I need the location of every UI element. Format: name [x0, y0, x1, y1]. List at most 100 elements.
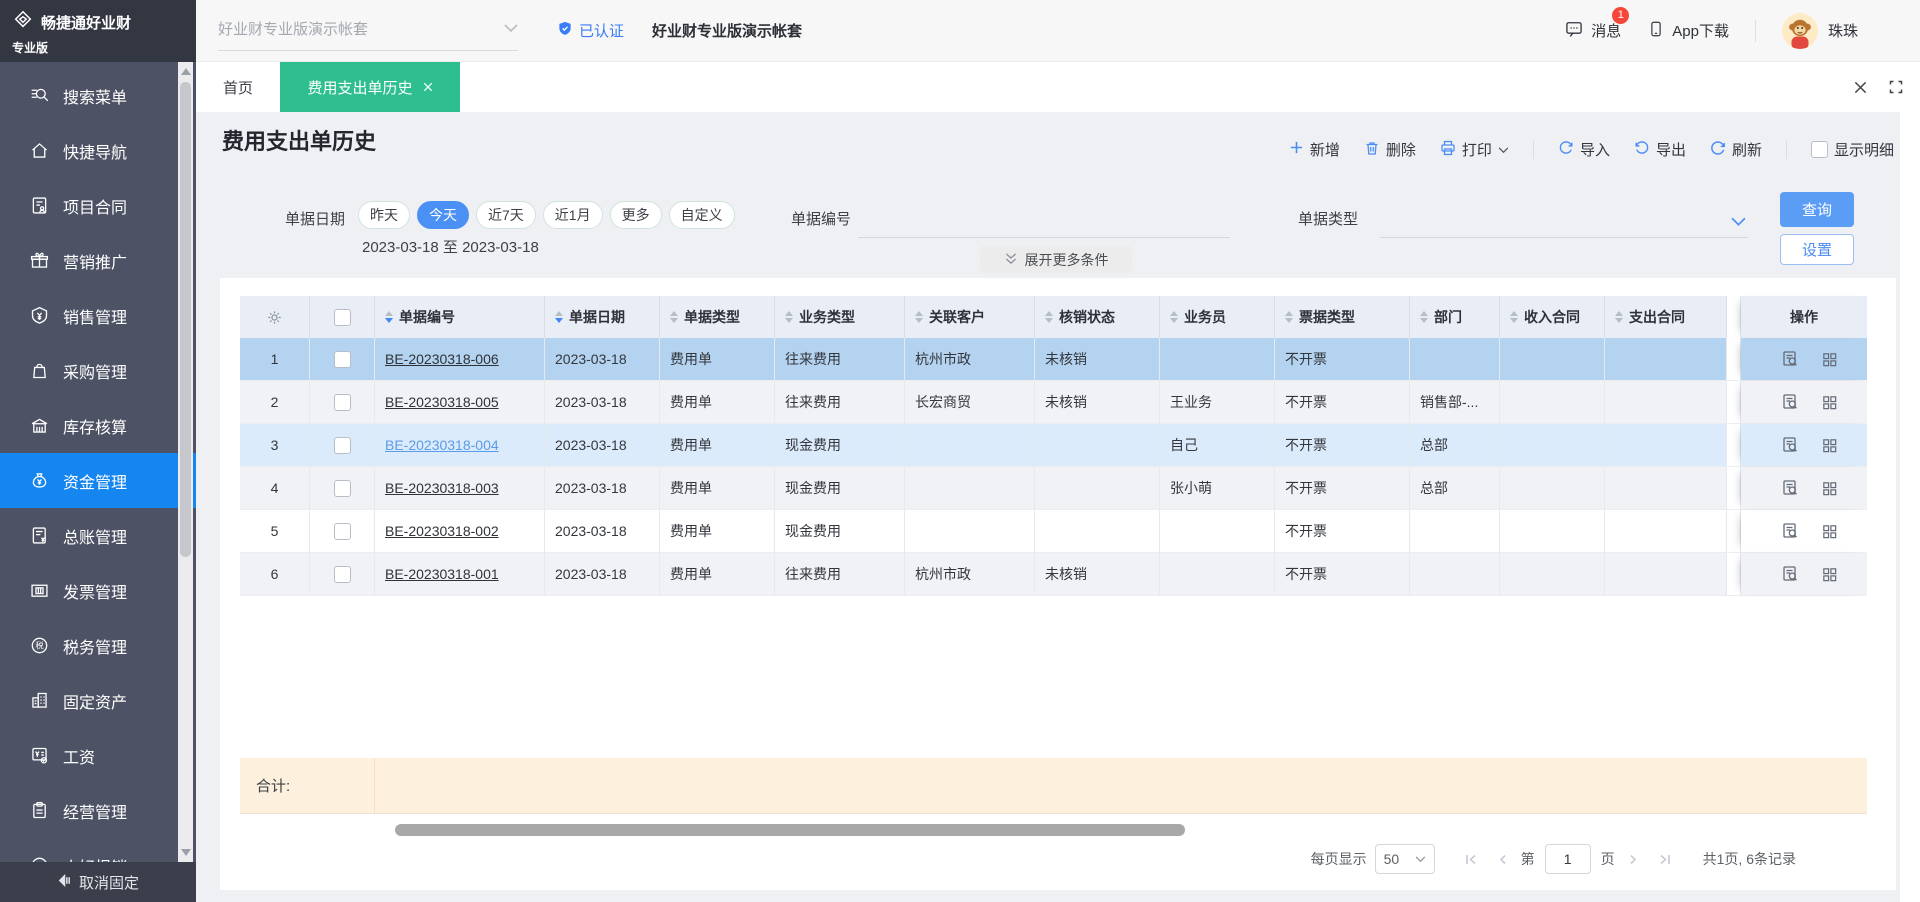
app-download-button[interactable]: App下载 [1647, 19, 1729, 43]
sort-arrows-icon[interactable] [670, 311, 678, 323]
column-header-8[interactable]: 部门 [1410, 296, 1500, 338]
date-quick-option-1[interactable]: 今天 [417, 201, 469, 229]
date-range-value[interactable]: 2023-03-18 至 2023-03-18 [362, 236, 539, 257]
sort-arrows-icon[interactable] [1615, 311, 1623, 323]
sidebar-item-salary[interactable]: 工资 [0, 728, 196, 783]
prev-page-button[interactable] [1489, 845, 1517, 873]
row-checkbox[interactable] [310, 553, 375, 595]
table-row[interactable]: 5 BE-20230318-002 2023-03-18 费用单 现金费用 不开票 [240, 510, 1867, 553]
sort-arrows-icon[interactable] [1170, 311, 1178, 323]
print-button[interactable]: 打印 [1440, 139, 1509, 160]
first-page-button[interactable] [1457, 845, 1485, 873]
table-row[interactable]: 3 BE-20230318-004 2023-03-18 费用单 现金费用 自己 不开票 总部 [240, 424, 1867, 467]
sidebar-item-general-ledger[interactable]: 总账管理 [0, 508, 196, 563]
show-detail-checkbox[interactable] [1810, 141, 1828, 158]
doc-no-link[interactable]: BE-20230318-001 [385, 566, 499, 582]
table-row[interactable]: 2 BE-20230318-005 2023-03-18 费用单 往来费用 长宏商贸 未核销… [240, 381, 1867, 424]
row-checkbox[interactable] [310, 510, 375, 552]
sidebar-item-quick-nav[interactable]: 快捷导航 [0, 123, 196, 178]
sidebar-item-inventory[interactable]: 库存核算 [0, 398, 196, 453]
tab-close-icon[interactable] [423, 79, 433, 96]
more-actions-grid-icon[interactable] [1821, 437, 1838, 454]
last-page-button[interactable] [1651, 845, 1679, 873]
row-checkbox[interactable] [310, 467, 375, 509]
import-button[interactable]: 导入 [1558, 139, 1610, 160]
sort-arrows-icon[interactable] [1045, 311, 1053, 323]
doc-no-input[interactable] [858, 202, 1234, 239]
doc-no-link[interactable]: BE-20230318-004 [385, 437, 499, 453]
date-quick-option-0[interactable]: 昨天 [358, 201, 410, 229]
row-checkbox[interactable] [310, 338, 375, 380]
sidebar-item-invoice[interactable]: 发票管理 [0, 563, 196, 618]
column-header-7[interactable]: 票据类型 [1275, 296, 1410, 338]
column-header-6[interactable]: 业务员 [1160, 296, 1275, 338]
view-document-icon[interactable] [1781, 479, 1799, 497]
search-button[interactable]: 查询 [1780, 192, 1854, 227]
column-header-9[interactable]: 收入合同 [1500, 296, 1605, 338]
sort-arrows-icon[interactable] [385, 311, 393, 323]
doc-no-link[interactable]: BE-20230318-005 [385, 394, 499, 410]
sidebar-item-reimburse[interactable]: 小好报销 [0, 838, 196, 862]
unpin-sidebar-button[interactable]: 取消固定 [0, 862, 196, 902]
export-button[interactable]: 导出 [1634, 139, 1686, 160]
page-size-select[interactable]: 50 [1374, 844, 1435, 874]
current-page-input[interactable] [1544, 844, 1591, 874]
date-quick-option-5[interactable]: 自定义 [668, 201, 735, 229]
messages-button[interactable]: 消息 1 [1564, 6, 1630, 43]
sidebar-item-tax[interactable]: 税 税务管理 [0, 618, 196, 673]
sidebar-item-sales[interactable]: 销售管理 [0, 288, 196, 343]
doc-no-link[interactable]: BE-20230318-006 [385, 351, 499, 367]
sidebar-item-project-contract[interactable]: 项目合同 [0, 178, 196, 233]
refresh-button[interactable]: 刷新 [1710, 139, 1762, 160]
sidebar-item-funds[interactable]: 资金管理 [0, 453, 196, 508]
close-icon[interactable] [1853, 80, 1868, 95]
row-checkbox[interactable] [310, 424, 375, 466]
more-actions-grid-icon[interactable] [1821, 394, 1838, 411]
tab-home[interactable]: 首页 [196, 62, 280, 112]
more-actions-grid-icon[interactable] [1821, 523, 1838, 540]
view-document-icon[interactable] [1781, 436, 1799, 454]
sidebar-item-purchase[interactable]: 采购管理 [0, 343, 196, 398]
delete-button[interactable]: 删除 [1364, 139, 1416, 160]
sidebar-item-marketing[interactable]: 营销推广 [0, 233, 196, 288]
sort-arrows-icon[interactable] [1420, 311, 1428, 323]
show-detail-toggle[interactable]: 显示明细 [1810, 139, 1894, 160]
date-quick-option-2[interactable]: 近7天 [476, 201, 536, 229]
tab-expense-history[interactable]: 费用支出单历史 [280, 62, 460, 112]
date-quick-option-4[interactable]: 更多 [609, 201, 662, 229]
sort-arrows-icon[interactable] [1510, 311, 1518, 323]
horizontal-scrollbar-thumb[interactable] [395, 824, 1185, 836]
sidebar-scrollbar-thumb[interactable] [180, 82, 191, 557]
more-actions-grid-icon[interactable] [1821, 351, 1838, 368]
doc-no-link[interactable]: BE-20230318-002 [385, 523, 499, 539]
sidebar-item-fixed-assets[interactable]: 固定资产 [0, 673, 196, 728]
table-row[interactable]: 1 BE-20230318-006 2023-03-18 费用单 往来费用 杭州市政 未核销… [240, 338, 1867, 381]
date-quick-option-3[interactable]: 近1月 [542, 201, 603, 229]
sort-arrows-icon[interactable] [785, 311, 793, 323]
view-document-icon[interactable] [1781, 565, 1799, 583]
sort-arrows-icon[interactable] [1285, 311, 1293, 323]
column-header-5[interactable]: 核销状态 [1035, 296, 1160, 338]
account-select[interactable]: 好业财专业版演示帐套 [218, 10, 518, 51]
row-checkbox[interactable] [310, 381, 375, 423]
expand-more-conditions[interactable]: 展开更多条件 [980, 246, 1132, 273]
sidebar-item-search-menu[interactable]: 搜索菜单 [0, 68, 196, 123]
settings-button[interactable]: 设置 [1780, 234, 1854, 265]
doc-no-link[interactable]: BE-20230318-003 [385, 480, 499, 496]
sort-arrows-icon[interactable] [915, 311, 923, 323]
sort-arrows-icon[interactable] [555, 311, 563, 323]
doc-type-select[interactable] [1380, 202, 1748, 238]
column-header-4[interactable]: 关联客户 [905, 296, 1035, 338]
column-header-0[interactable]: 单据编号 [375, 296, 545, 338]
scroll-up-icon[interactable] [181, 68, 191, 75]
sidebar-item-operations[interactable]: 经营管理 [0, 783, 196, 838]
select-all-checkbox[interactable] [310, 296, 375, 338]
view-document-icon[interactable] [1781, 393, 1799, 411]
horizontal-scrollbar[interactable] [240, 823, 1867, 837]
scroll-down-icon[interactable] [181, 849, 191, 856]
column-header-10[interactable]: 支出合同 [1605, 296, 1727, 338]
table-row[interactable]: 6 BE-20230318-001 2023-03-18 费用单 往来费用 杭州市政 未核销… [240, 553, 1867, 596]
fullscreen-icon[interactable] [1888, 79, 1904, 95]
view-document-icon[interactable] [1781, 522, 1799, 540]
next-page-button[interactable] [1619, 845, 1647, 873]
